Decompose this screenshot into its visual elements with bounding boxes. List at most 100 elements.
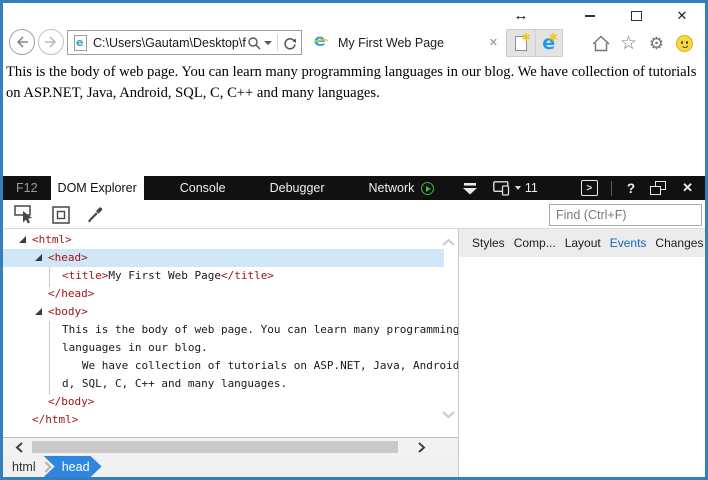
devtools-menubar: F12 DOM Explorer Console Debugger Network 1… (3, 176, 705, 200)
right-panel-tab-comp[interactable]: Comp... (514, 236, 556, 250)
star-icon: ☆ (619, 32, 638, 54)
new-tab-icon: ✱ (514, 32, 531, 51)
devtools-tab-debugger[interactable]: Debugger (262, 176, 333, 200)
dom-tag: <body> (48, 305, 88, 318)
window-border-top (0, 0, 708, 3)
titlebar[interactable]: ↔ ✕ (3, 3, 705, 28)
dom-tree-row[interactable]: </body> (3, 393, 458, 411)
dom-tree-row[interactable]: <head> (3, 249, 444, 267)
dom-text: My First Web Page (108, 269, 221, 282)
dom-tree-row[interactable]: d, SQL, C, C++ and many languages. (3, 375, 458, 393)
back-arrow-icon (16, 36, 28, 48)
minimize-button[interactable] (567, 3, 613, 28)
new-tab-button[interactable]: ✱ (507, 30, 535, 56)
devtools-tab-console[interactable]: Console (172, 176, 234, 200)
breadcrumb-item-head[interactable]: head (44, 456, 102, 477)
devtools-menubar-right: 11 > ? ✕ (492, 176, 705, 200)
more-tools-chevron-icon[interactable] (462, 176, 478, 200)
forward-button[interactable] (38, 29, 64, 55)
dom-tree-row[interactable]: <title>My First Web Page</title> (3, 267, 458, 285)
document-mode-selector[interactable]: 11 (492, 180, 538, 196)
refresh-icon[interactable] (283, 36, 297, 50)
dom-tree-row[interactable]: languages in our blog. (3, 339, 458, 357)
navigation-bar: e C:\Users\Gautam\Desktop\f e My First W… (3, 28, 705, 58)
dom-text: We have collection of tutorials on ASP.N… (62, 359, 458, 372)
right-panel-tab-layout[interactable]: Layout (565, 236, 601, 250)
dom-tag: <head> (48, 251, 88, 264)
devtools-tab-label: Debugger (269, 181, 325, 195)
devtools-tabs: DOM Explorer Console Debugger Network (50, 176, 471, 200)
eyedropper-icon (88, 206, 103, 222)
resize-cursor-icon: ↔ (513, 6, 529, 24)
feedback-button[interactable] (675, 33, 694, 53)
breadcrumb-item-html[interactable]: html (3, 456, 44, 477)
horizontal-scrollbar[interactable] (3, 437, 458, 456)
color-picker-button[interactable] (83, 204, 107, 225)
element-highlight-button[interactable] (49, 204, 73, 225)
dom-tree-row[interactable]: <body> (3, 303, 458, 321)
dom-tree-rows: <html> <head> <title>My First Web Page</ti… (3, 229, 458, 429)
dom-tree-row[interactable]: </html> (3, 411, 458, 429)
favorites-button[interactable]: ☆ (619, 33, 638, 53)
browser-action-icons: ☆ ⚙ (591, 31, 694, 55)
dom-tree-row[interactable]: <html> (3, 231, 458, 249)
undock-button[interactable] (650, 181, 667, 195)
right-panel-tab-styles[interactable]: Styles (472, 236, 505, 250)
scroll-down-icon[interactable] (441, 409, 456, 422)
dom-tree: <html> <head> <title>My First Web Page</ti… (3, 229, 458, 437)
close-icon: ✕ (676, 7, 688, 23)
indent-guide (49, 321, 50, 395)
address-separator (277, 34, 278, 51)
element-highlight-icon (52, 205, 70, 224)
address-url[interactable]: C:\Users\Gautam\Desktop\f (93, 36, 247, 50)
back-button[interactable] (9, 29, 35, 55)
dom-tree-row[interactable]: </head> (3, 285, 458, 303)
address-dropdown-icon[interactable] (264, 40, 272, 45)
maximize-button[interactable] (613, 3, 659, 28)
devtools-tab-dom-explorer[interactable]: DOM Explorer (50, 176, 144, 200)
forward-arrow-icon (45, 36, 57, 48)
scroll-right-icon[interactable] (413, 440, 429, 454)
scroll-up-icon[interactable] (441, 237, 456, 250)
devtools-tab-label: Console (179, 181, 226, 195)
settings-button[interactable]: ⚙ (647, 33, 666, 53)
select-element-button[interactable] (13, 204, 37, 225)
minimize-icon (585, 14, 595, 17)
expander-icon[interactable] (35, 308, 42, 315)
window-border-left (0, 0, 3, 480)
devtools-close-button[interactable]: ✕ (679, 180, 696, 196)
breadcrumb: html head (3, 456, 458, 477)
dom-text: d, SQL, C, C++ and many languages. (62, 377, 288, 390)
address-bar[interactable]: e C:\Users\Gautam\Desktop\f (67, 30, 302, 55)
right-panel-tab-changes[interactable]: Changes (655, 236, 703, 250)
dom-tree-row[interactable]: This is the body of web page. You can le… (3, 321, 458, 339)
help-button[interactable]: ? (625, 181, 637, 196)
expander-icon[interactable] (35, 254, 42, 261)
f12-label: F12 (16, 181, 38, 195)
console-launch-button[interactable]: > (580, 180, 598, 196)
indent-guide (49, 267, 50, 287)
dom-tree-row[interactable]: We have collection of tutorials on ASP.N… (3, 357, 458, 375)
home-button[interactable] (591, 33, 610, 53)
close-button[interactable]: ✕ (659, 3, 705, 28)
open-edge-button[interactable]: e ✱ (534, 30, 563, 56)
dom-text: languages in our blog. (62, 341, 208, 354)
right-panel-tab-events[interactable]: Events (610, 236, 647, 250)
browser-tab[interactable]: e My First Web Page ✕ (305, 30, 506, 55)
scroll-left-icon[interactable] (11, 440, 27, 454)
dom-explorer-toolbar (3, 200, 705, 229)
devtools-tab-network[interactable]: Network (361, 176, 443, 200)
console-launch-icon: > (586, 182, 593, 194)
search-icon[interactable] (247, 36, 261, 50)
scrollbar-thumb[interactable] (32, 441, 398, 453)
right-panel-content (459, 257, 705, 477)
menubar-separator (610, 180, 612, 196)
tab-close-icon[interactable]: ✕ (487, 36, 500, 49)
webpage-body-text: This is the body of web page. You can le… (6, 64, 697, 101)
find-input[interactable] (549, 204, 702, 226)
devtools-tab-label: DOM Explorer (57, 181, 137, 195)
expander-icon[interactable] (19, 236, 26, 243)
right-panel-footer (459, 456, 705, 477)
ie-logo-icon: e (312, 31, 330, 51)
tab-title: My First Web Page (338, 35, 445, 50)
